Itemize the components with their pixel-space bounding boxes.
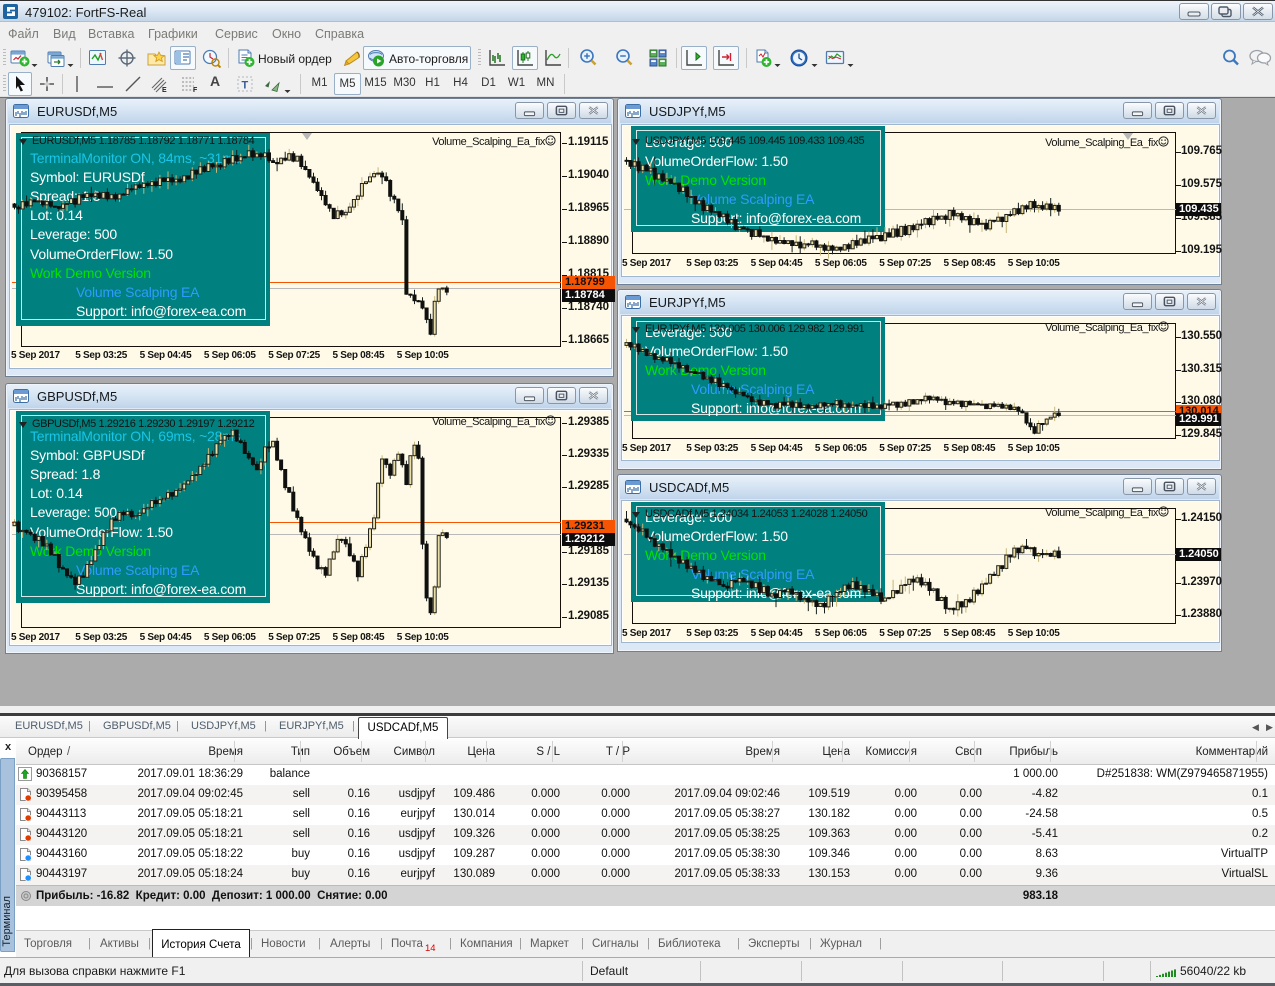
svg-text:F: F — [193, 87, 198, 93]
svg-text:E: E — [162, 87, 167, 93]
svg-text:T: T — [242, 80, 249, 92]
